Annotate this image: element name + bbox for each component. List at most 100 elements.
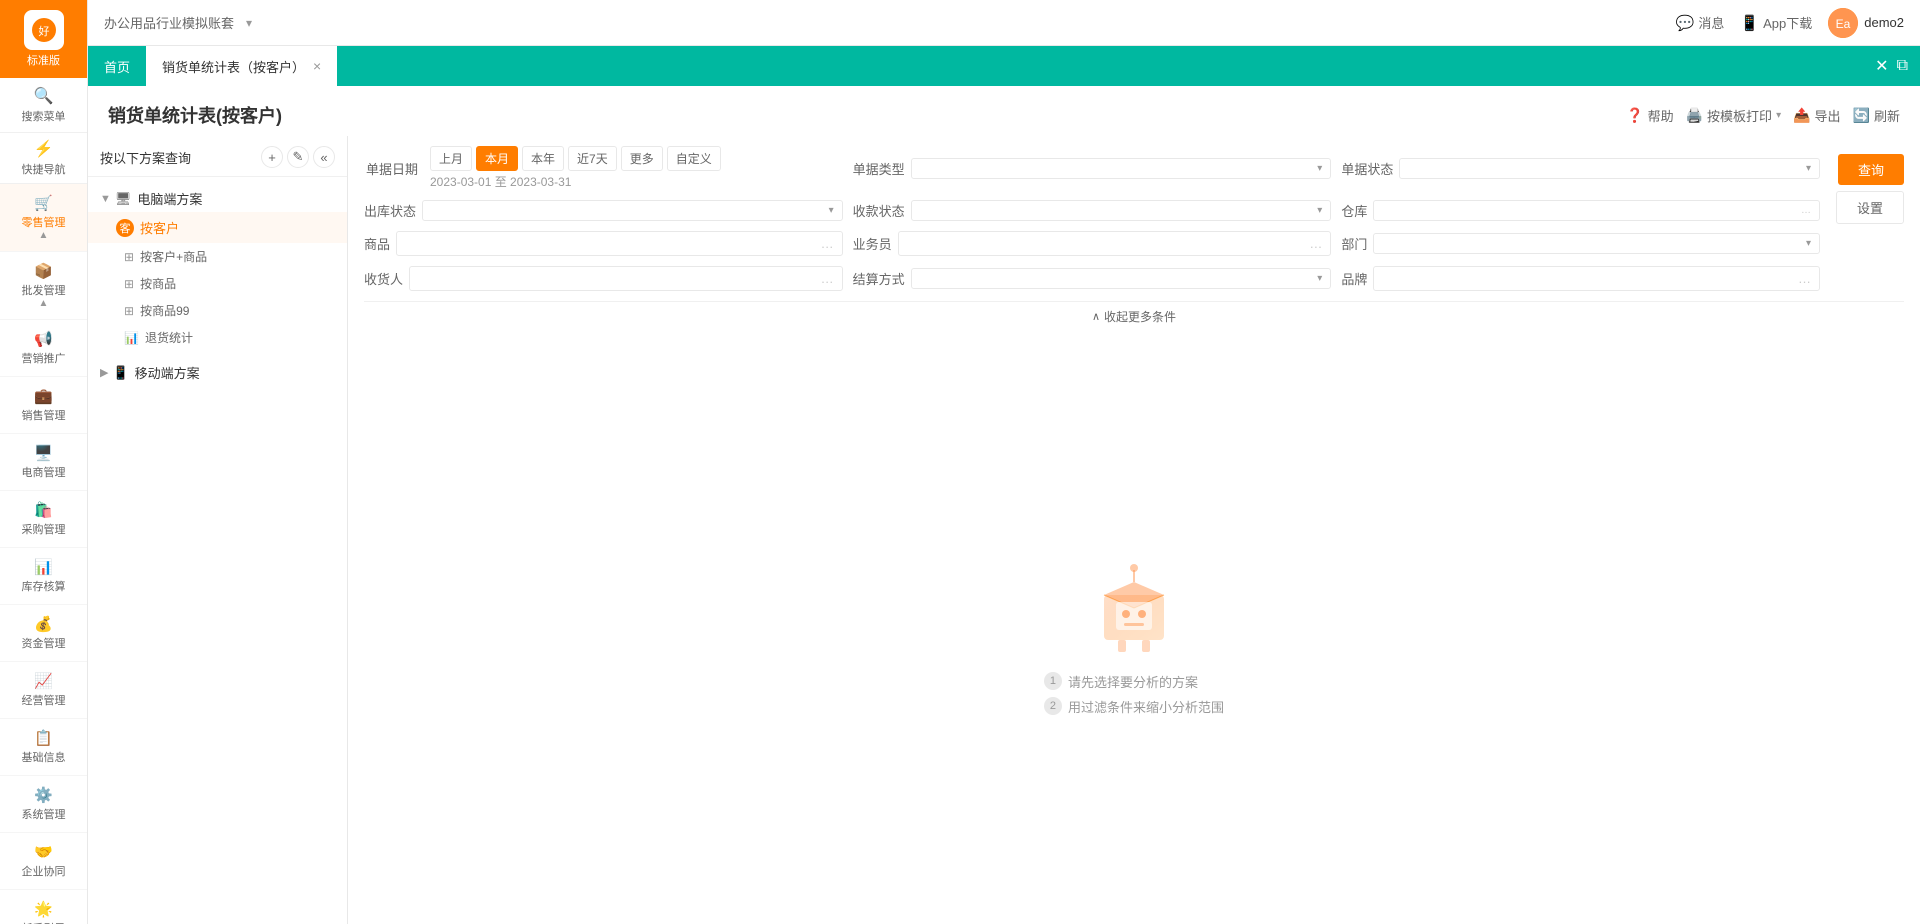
app-download-button[interactable]: 📱 App下载 xyxy=(1740,13,1812,32)
topbar-dropdown-icon[interactable]: ▾ xyxy=(246,16,252,30)
filter-top-section: 单据日期 上月 本月 本年 近7天 更多 xyxy=(348,136,1920,331)
scheme-panel: 按以下方案查询 + ✎ « ▼ 🖥 电脑端方案 xyxy=(88,136,348,924)
query-button[interactable]: 查询 xyxy=(1838,154,1904,185)
date-filter-cell: 单据日期 上月 本月 本年 近7天 更多 xyxy=(364,146,843,190)
finance-label: 资金管理 xyxy=(22,635,66,651)
refresh-button[interactable]: 🔄 刷新 xyxy=(1853,106,1900,125)
out-status-cell: 出库状态 ▾ xyxy=(364,200,843,221)
scheme-subitem-product99[interactable]: ⊞ 按商品99 xyxy=(88,297,347,324)
sidebar-item-ecommerce[interactable]: 🖥️ 电商管理 xyxy=(0,434,87,491)
date-more-button[interactable]: 更多 xyxy=(621,146,663,171)
scheme-subitem-customer-product[interactable]: ⊞ 按客户+商品 xyxy=(88,243,347,270)
out-status-arrow: ▾ xyxy=(829,205,834,216)
set-button[interactable]: 设置 xyxy=(1836,191,1904,224)
brand-cell: 品牌 … xyxy=(1341,266,1820,291)
content-body: 按以下方案查询 + ✎ « ▼ 🖥 电脑端方案 xyxy=(88,136,1920,924)
settlement-select[interactable]: ▾ xyxy=(911,268,1332,289)
date-last-7days-button[interactable]: 近7天 xyxy=(568,146,617,171)
scheme-subitem-returns[interactable]: 📊 退货统计 xyxy=(88,324,347,351)
order-status-select[interactable]: ▾ xyxy=(1399,158,1820,179)
sidebar-item-newbie[interactable]: 🌟 新手引导 xyxy=(0,890,87,924)
customer-product-icon: ⊞ xyxy=(124,250,134,264)
product-label: 按商品 xyxy=(140,275,176,292)
order-status-cell: 单据状态 ▾ xyxy=(1341,158,1820,179)
marketing-label: 营销推广 xyxy=(22,350,66,366)
date-this-month-button[interactable]: 本月 xyxy=(476,146,518,171)
sidebar-item-finance[interactable]: 💰 资金管理 xyxy=(0,605,87,662)
page-header-actions: ❓ 帮助 🖨️ 按模板打印 ▾ 📤 导出 🔄 刷新 xyxy=(1626,106,1900,125)
tabbar: 首页 销货单统计表（按客户） × ✕ ⧉ xyxy=(88,46,1920,86)
out-status-select[interactable]: ▾ xyxy=(422,200,843,221)
date-range-display: 2023-03-01 至 2023-03-31 xyxy=(430,173,721,190)
product-cell: 商品 … xyxy=(364,231,843,256)
date-custom-button[interactable]: 自定义 xyxy=(667,146,721,171)
print-dropdown-icon[interactable]: ▾ xyxy=(1776,110,1781,121)
sidebar-logo[interactable]: 好 标准版 xyxy=(0,0,87,78)
tab-home[interactable]: 首页 xyxy=(88,46,146,86)
scheme-add-button[interactable]: + xyxy=(261,146,283,168)
warehouse-arrow: … xyxy=(1801,205,1811,216)
sidebar-item-inventory[interactable]: 📊 库存核算 xyxy=(0,548,87,605)
sidebar-item-retail[interactable]: 🛒 零售管理 ▲ xyxy=(0,184,87,252)
scheme-edit-button[interactable]: ✎ xyxy=(287,146,309,168)
order-type-select[interactable]: ▾ xyxy=(911,158,1332,179)
empty-hint-2-label: 用过滤条件来缩小分析范围 xyxy=(1068,697,1224,716)
returns-icon: 📊 xyxy=(124,331,139,345)
scheme-item-customer[interactable]: 客 按客户 xyxy=(88,212,347,243)
scheme-subitem-product[interactable]: ⊞ 按商品 xyxy=(88,270,347,297)
sidebar-search-item[interactable]: 🔍 搜索菜单 xyxy=(0,78,87,133)
scheme-collapse-button[interactable]: « xyxy=(313,146,335,168)
scheme-group-mobile-header[interactable]: ▶ 📱 移动端方案 xyxy=(88,359,347,386)
date-this-year-button[interactable]: 本年 xyxy=(522,146,564,171)
payment-status-select[interactable]: ▾ xyxy=(911,200,1332,221)
sidebar-item-system[interactable]: ⚙️ 系统管理 xyxy=(0,776,87,833)
scheme-panel-actions: + ✎ « xyxy=(261,146,335,168)
tab-close-window-button[interactable]: ✕ xyxy=(1875,56,1888,76)
help-button[interactable]: ❓ 帮助 xyxy=(1626,106,1673,125)
tab-restore-button[interactable]: ⧉ xyxy=(1897,57,1908,75)
scheme-group-desktop-header[interactable]: ▼ 🖥 电脑端方案 xyxy=(88,185,347,212)
sidebar-item-operation[interactable]: 📈 经营管理 xyxy=(0,662,87,719)
order-status-label: 单据状态 xyxy=(1341,159,1393,178)
export-button[interactable]: 📤 导出 xyxy=(1793,106,1840,125)
staff-select[interactable]: … xyxy=(898,231,1332,256)
sidebar-item-wholesale[interactable]: 📦 批发管理 ▲ xyxy=(0,252,87,320)
payment-status-label: 收款状态 xyxy=(853,201,905,220)
print-button[interactable]: 🖨️ 按模板打印 ▾ xyxy=(1686,106,1781,125)
sidebar-item-purchase[interactable]: 🛍️ 采购管理 xyxy=(0,491,87,548)
quicknav-icon: ⚡ xyxy=(34,139,54,159)
date-buttons-group: 上月 本月 本年 近7天 更多 自定义 xyxy=(430,146,721,171)
sidebar-item-basic[interactable]: 📋 基础信息 xyxy=(0,719,87,776)
empty-illustration xyxy=(1074,540,1194,660)
desktop-group-label: 电脑端方案 xyxy=(137,189,202,208)
svg-text:好: 好 xyxy=(38,24,49,38)
tab-close-button[interactable]: × xyxy=(313,59,321,73)
warehouse-cell: 仓库 … xyxy=(1341,200,1820,221)
message-button[interactable]: 💬 消息 xyxy=(1676,13,1725,32)
warehouse-select[interactable]: … xyxy=(1373,200,1820,221)
tab-sales-stats[interactable]: 销货单统计表（按客户） × xyxy=(146,46,337,86)
username-label: demo2 xyxy=(1864,15,1904,30)
date-label: 单据日期 xyxy=(364,159,424,178)
product-label: 商品 xyxy=(364,234,390,253)
sidebar-item-marketing[interactable]: 📢 营销推广 xyxy=(0,320,87,377)
brand-select[interactable]: … xyxy=(1373,266,1820,291)
search-label: 搜索菜单 xyxy=(22,108,66,124)
order-type-arrow: ▾ xyxy=(1317,163,1322,174)
inventory-label: 库存核算 xyxy=(22,578,66,594)
desktop-group-arrow: ▼ xyxy=(100,193,111,205)
payment-status-cell: 收款状态 ▾ xyxy=(853,200,1332,221)
sidebar-quicknav-item[interactable]: ⚡ 快捷导航 xyxy=(0,133,87,184)
department-select[interactable]: ▾ xyxy=(1373,233,1820,254)
user-button[interactable]: Ea demo2 xyxy=(1828,8,1904,38)
sidebar-item-enterprise[interactable]: 🤝 企业协同 xyxy=(0,833,87,890)
date-last-month-button[interactable]: 上月 xyxy=(430,146,472,171)
receiver-select[interactable]: … xyxy=(409,266,843,291)
message-label: 消息 xyxy=(1698,13,1724,32)
tabbar-actions: ✕ ⧉ xyxy=(1863,46,1920,86)
product-select[interactable]: … xyxy=(396,231,843,256)
sidebar-item-sales[interactable]: 💼 销售管理 xyxy=(0,377,87,434)
collapse-button[interactable]: ∧ 收起更多条件 xyxy=(364,301,1904,331)
staff-cell: 业务员 … xyxy=(853,231,1332,256)
customer-product-label: 按客户+商品 xyxy=(140,248,207,265)
